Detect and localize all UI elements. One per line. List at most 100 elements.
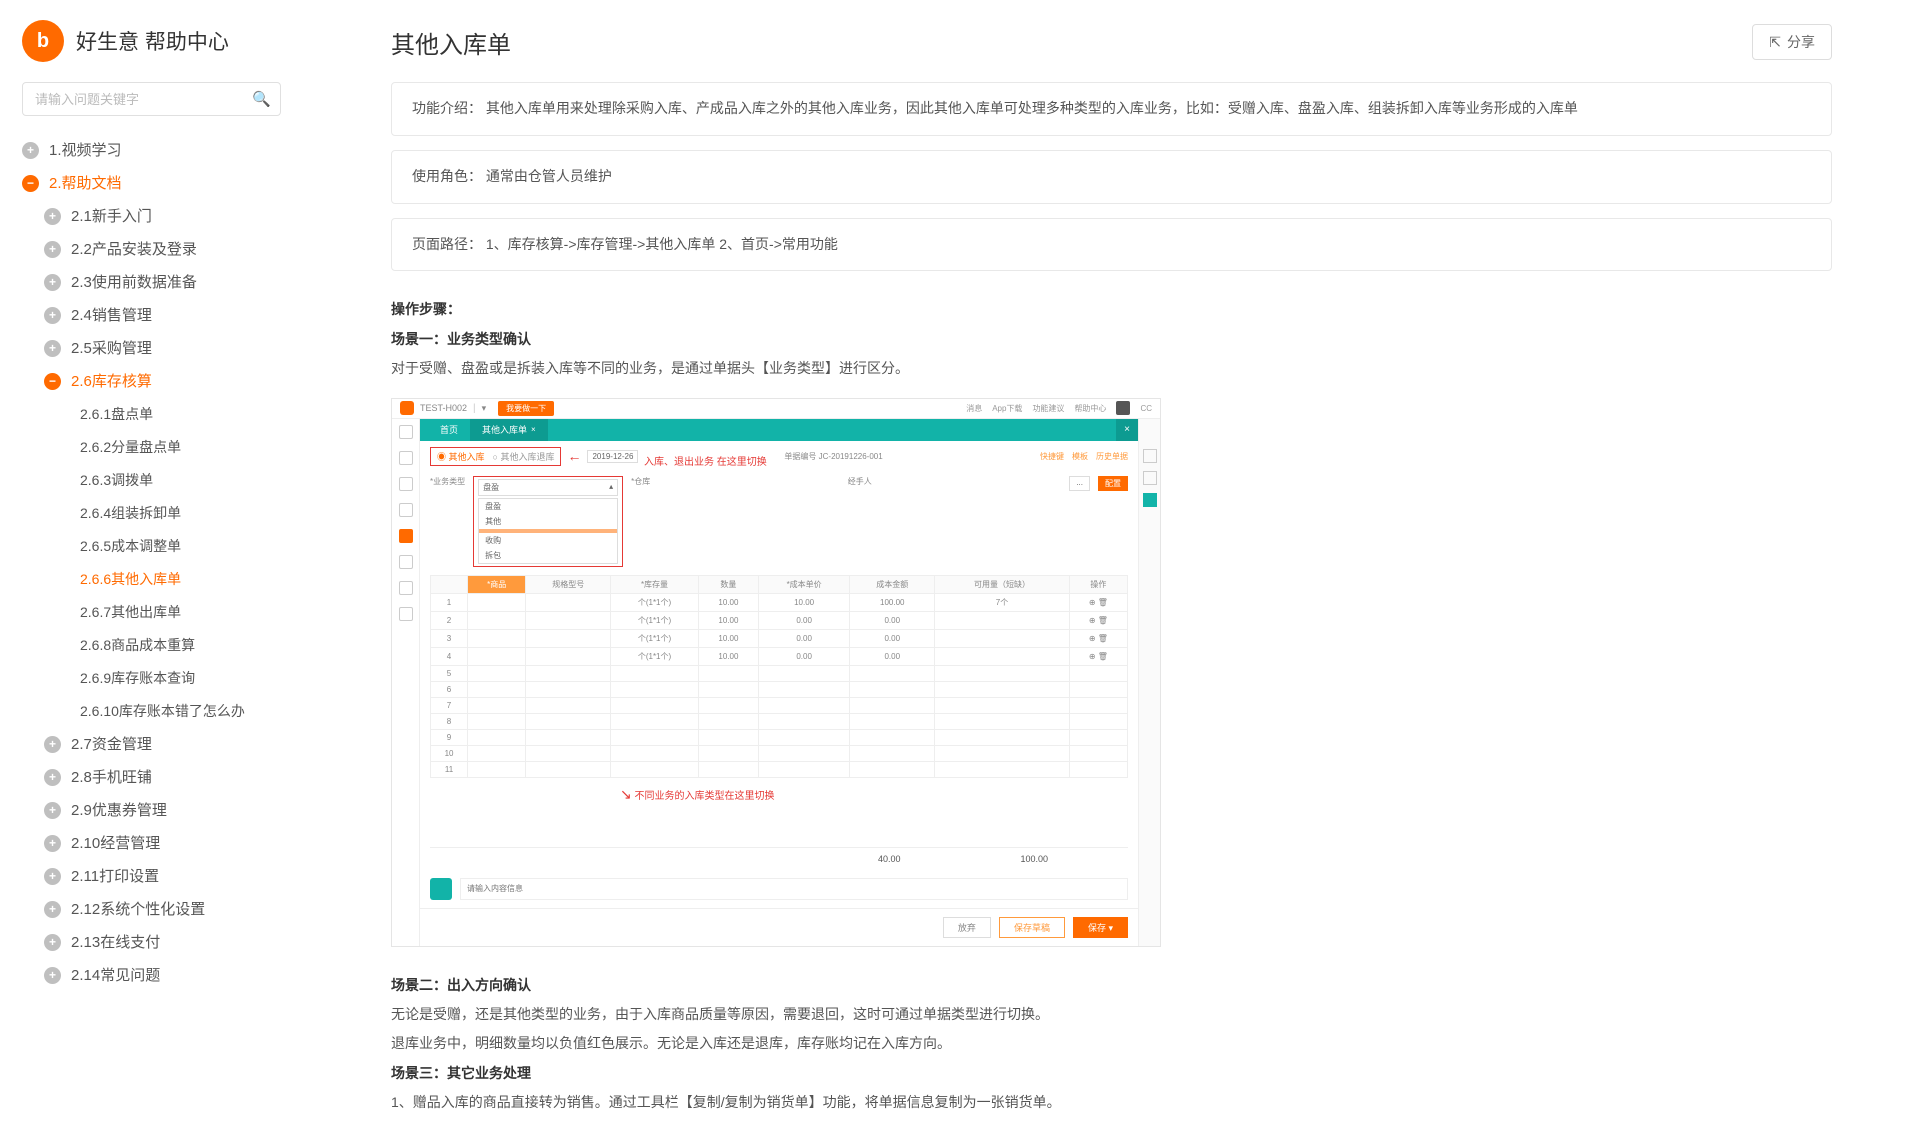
doc-type-radio-group[interactable]: ◉ 其他入库 ○ 其他入库退库 xyxy=(430,447,561,466)
tab-home[interactable]: 首页 xyxy=(428,419,470,441)
right-toolbar-icon[interactable] xyxy=(1143,449,1157,463)
date-field[interactable]: 2019-12-26 xyxy=(587,450,638,463)
nav-item[interactable]: 2.6.9库存账本查询 xyxy=(22,662,281,695)
biz-type-label: *业务类型 xyxy=(430,476,465,487)
nav-item[interactable]: +2.11打印设置 xyxy=(22,860,281,893)
dropdown-option[interactable]: 收购 xyxy=(479,533,617,548)
nav-item[interactable]: 2.6.4组装拆卸单 xyxy=(22,497,281,530)
table-row[interactable]: 5 xyxy=(431,665,1128,681)
table-header: 操作 xyxy=(1069,575,1127,593)
nav-item[interactable]: 2.6.6其他入库单 xyxy=(22,563,281,596)
nav-item[interactable]: −2.6库存核算 xyxy=(22,365,281,398)
side-icon[interactable] xyxy=(399,555,413,569)
plus-icon: + xyxy=(44,208,61,225)
avatar[interactable] xyxy=(1116,401,1130,415)
side-icon[interactable] xyxy=(399,581,413,595)
row-actions[interactable]: ⊕ 🗑 xyxy=(1069,611,1127,629)
side-icon[interactable] xyxy=(399,451,413,465)
nav-item[interactable]: +2.9优惠券管理 xyxy=(22,794,281,827)
table-row[interactable]: 6 xyxy=(431,681,1128,697)
side-icon[interactable] xyxy=(399,477,413,491)
row-actions[interactable]: ⊕ 🗑 xyxy=(1069,593,1127,611)
close-icon[interactable]: × xyxy=(1116,419,1138,441)
nav-item[interactable]: −2.帮助文档 xyxy=(22,167,281,200)
nav-item[interactable]: +2.1新手入门 xyxy=(22,200,281,233)
nav-item[interactable]: +2.10经营管理 xyxy=(22,827,281,860)
nav-item[interactable]: 2.6.10库存账本错了怎么办 xyxy=(22,695,281,728)
right-toolbar-icon[interactable] xyxy=(1143,493,1157,507)
table-row[interactable]: 3个(1*1个)10.000.000.00⊕ 🗑 xyxy=(431,629,1128,647)
scene1-text: 对于受赠、盘盈或是拆装入库等不同的业务，是通过单据头【业务类型】进行区分。 xyxy=(391,354,1832,383)
plus-icon: + xyxy=(44,868,61,885)
embedded-screenshot: TEST-H002 | ▾ 我要做一下 消息 App下载 功能建议 帮助中心 C… xyxy=(391,398,1161,947)
dropdown-option[interactable]: 拆包 xyxy=(479,548,617,563)
plus-icon: + xyxy=(44,967,61,984)
cancel-button[interactable]: 放弃 xyxy=(943,917,991,938)
toolbar-link[interactable]: 快捷键 xyxy=(1040,451,1064,462)
dropdown-option[interactable]: 盘盈 xyxy=(479,499,617,514)
nav-item[interactable]: +2.8手机旺铺 xyxy=(22,761,281,794)
table-row[interactable]: 2个(1*1个)10.000.000.00⊕ 🗑 xyxy=(431,611,1128,629)
scene2-text2: 退库业务中，明细数量均以负值红色展示。无论是入库还是退库，库存账均记在入库方向。 xyxy=(391,1029,1832,1058)
nav-item[interactable]: 2.6.7其他出库单 xyxy=(22,596,281,629)
top-link[interactable]: 帮助中心 xyxy=(1074,403,1106,414)
table-row[interactable]: 8 xyxy=(431,713,1128,729)
top-pill[interactable]: 我要做一下 xyxy=(498,401,554,416)
search-icon[interactable]: 🔍 xyxy=(252,90,271,108)
side-icon[interactable] xyxy=(399,503,413,517)
right-toolbar-icon[interactable] xyxy=(1143,471,1157,485)
draft-button[interactable]: 保存草稿 xyxy=(999,917,1065,938)
nav-item[interactable]: 2.6.2分量盘点单 xyxy=(22,431,281,464)
nav-label: 2.11打印设置 xyxy=(71,860,159,893)
role-box: 使用角色： 通常由仓管人员维护 xyxy=(391,150,1832,204)
tab-active[interactable]: 其他入库单× xyxy=(470,419,548,441)
nav-item[interactable]: +2.2产品安装及登录 xyxy=(22,233,281,266)
table-row[interactable]: 1个(1*1个)10.0010.00100.007个⊕ 🗑 xyxy=(431,593,1128,611)
toolbar-link[interactable]: 模板 xyxy=(1072,451,1088,462)
handler-label: 经手人 xyxy=(848,476,872,487)
nav-item[interactable]: 2.6.5成本调整单 xyxy=(22,530,281,563)
toolbar-link[interactable]: 历史单据 xyxy=(1096,451,1128,462)
nav-item[interactable]: +2.5采购管理 xyxy=(22,332,281,365)
nav-item[interactable]: 2.6.8商品成本重算 xyxy=(22,629,281,662)
logo: b 好生意 帮助中心 xyxy=(22,20,281,62)
side-icon[interactable] xyxy=(399,607,413,621)
share-button[interactable]: ⇱ 分享 xyxy=(1752,24,1832,60)
annotation: 不同业务的入库类型在这里切换 xyxy=(635,791,775,802)
warehouse-label: *仓库 xyxy=(631,476,650,487)
row-actions[interactable]: ⊕ 🗑 xyxy=(1069,647,1127,665)
config-btn[interactable]: ... xyxy=(1069,476,1090,491)
nav-item[interactable]: +2.14常见问题 xyxy=(22,959,281,992)
table-row[interactable]: 7 xyxy=(431,697,1128,713)
nav-item[interactable]: +2.7资金管理 xyxy=(22,728,281,761)
table-row[interactable]: 4个(1*1个)10.000.000.00⊕ 🗑 xyxy=(431,647,1128,665)
side-icon[interactable] xyxy=(399,425,413,439)
row-actions[interactable]: ⊕ 🗑 xyxy=(1069,629,1127,647)
total-amount: 100.00 xyxy=(1020,854,1048,864)
note-input[interactable] xyxy=(460,878,1128,900)
note-icon xyxy=(430,878,452,900)
biz-type-dropdown[interactable]: 盘盈 ▴ 盘盈其他收购拆包 xyxy=(473,476,623,567)
side-icon[interactable] xyxy=(399,529,413,543)
top-link[interactable]: 功能建议 xyxy=(1032,403,1064,414)
nav-item[interactable]: +2.12系统个性化设置 xyxy=(22,893,281,926)
save-button[interactable]: 保存 ▾ xyxy=(1073,917,1128,938)
nav-item[interactable]: +2.4销售管理 xyxy=(22,299,281,332)
plus-icon: + xyxy=(44,934,61,951)
nav-item[interactable]: +1.视频学习 xyxy=(22,134,281,167)
top-link[interactable]: App下载 xyxy=(992,403,1022,414)
table-row[interactable]: 10 xyxy=(431,745,1128,761)
config-btn[interactable]: 配置 xyxy=(1098,476,1128,491)
table-row[interactable]: 9 xyxy=(431,729,1128,745)
plus-icon: + xyxy=(44,769,61,786)
top-link[interactable]: 消息 xyxy=(966,403,982,414)
nav-item[interactable]: +2.13在线支付 xyxy=(22,926,281,959)
nav-item[interactable]: 2.6.3调拨单 xyxy=(22,464,281,497)
dropdown-option[interactable]: 其他 xyxy=(479,514,617,529)
intro-text: 其他入库单用来处理除采购入库、产成品入库之外的其他入库业务，因此其他入库单可处理… xyxy=(486,100,1578,116)
path-box: 页面路径： 1、库存核算->库存管理->其他入库单 2、首页->常用功能 xyxy=(391,218,1832,272)
search-input[interactable] xyxy=(22,82,281,116)
nav-item[interactable]: 2.6.1盘点单 xyxy=(22,398,281,431)
table-row[interactable]: 11 xyxy=(431,761,1128,777)
nav-item[interactable]: +2.3使用前数据准备 xyxy=(22,266,281,299)
